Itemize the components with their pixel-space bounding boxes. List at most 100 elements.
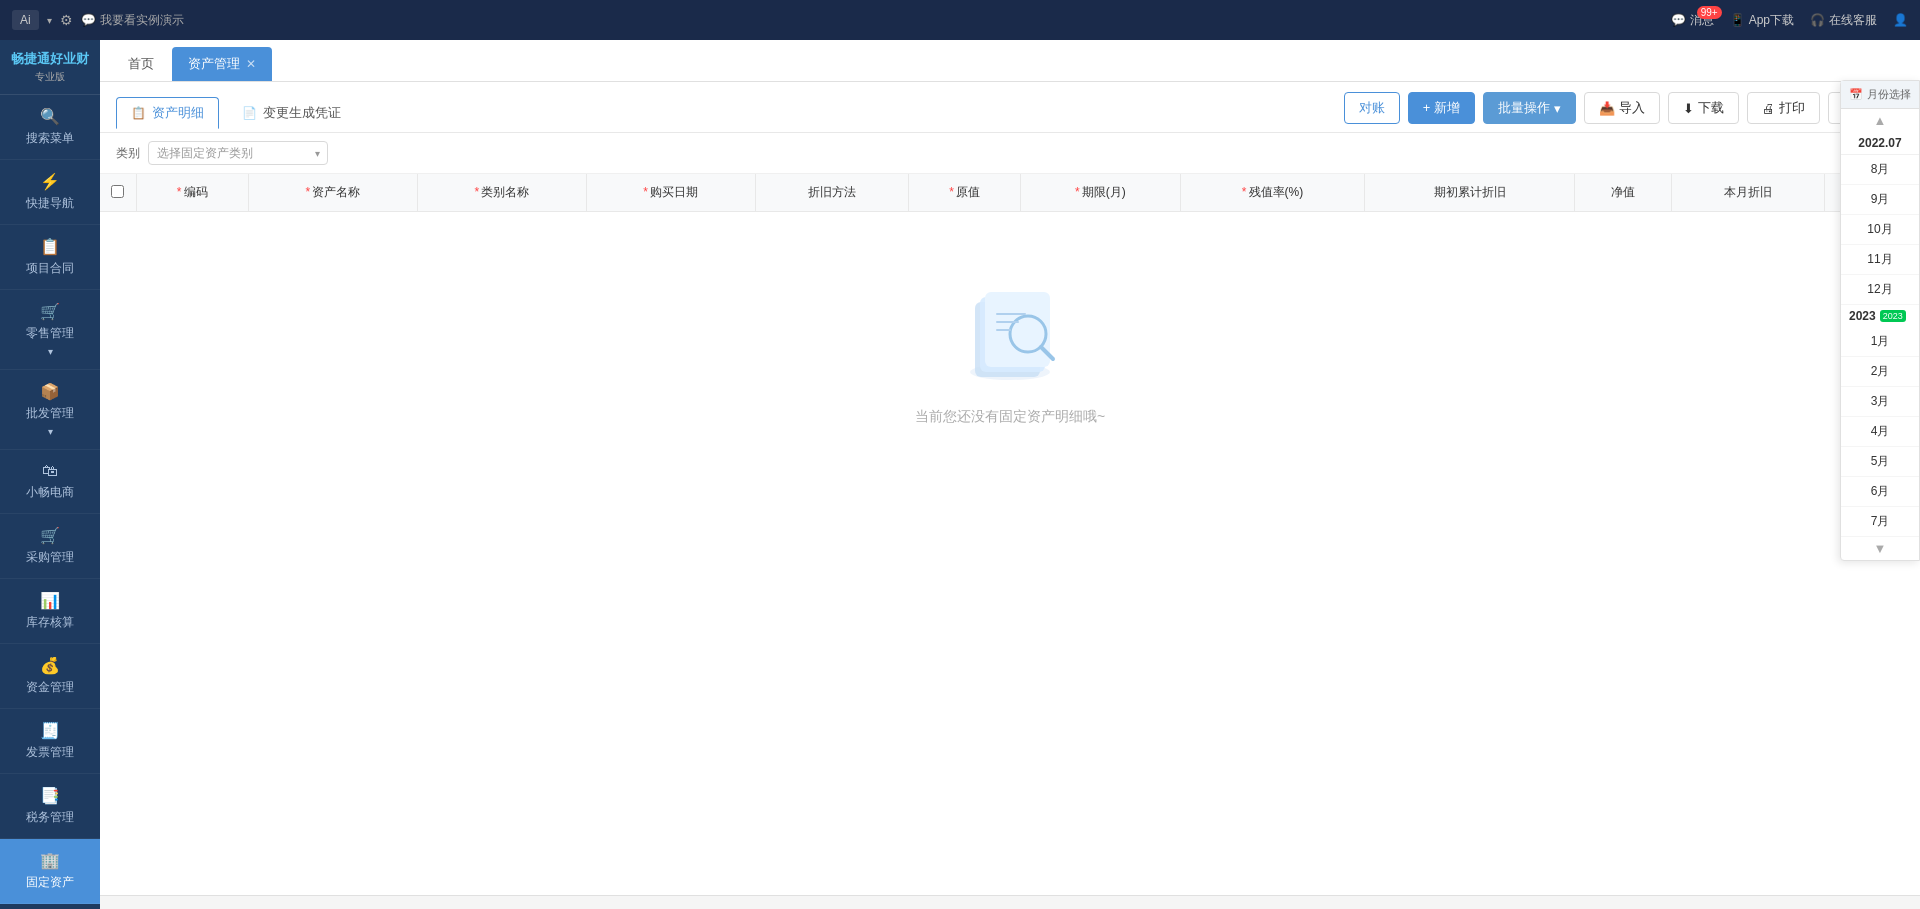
month-panel: 📅 月份选择 ▲ 2022.07 8月 9月 10月 11月 12月 2023 … (1840, 80, 1920, 561)
app-download-label: App下载 (1749, 12, 1794, 29)
sub-tab-detail[interactable]: 📋 资产明细 (116, 97, 219, 129)
voucher-icon: 📄 (242, 106, 257, 120)
month-item-11[interactable]: 11月 (1841, 245, 1919, 275)
year-2023-label: 2023 (1849, 309, 1876, 323)
sidebar-item-wholesale[interactable]: 📦 批发管理 ▾ (0, 370, 100, 450)
inner-panel: 📋 资产明细 📄 变更生成凭证 对账 + 新增 批量操作 ▾ (100, 82, 1920, 909)
headset-icon: 🎧 (1810, 13, 1825, 27)
month-item-12[interactable]: 12月 (1841, 275, 1919, 305)
app-logo: 畅捷通好业财 专业版 (0, 40, 100, 95)
table-header-residual-rate: *残值率(%) (1180, 174, 1365, 212)
download-icon: ⬇ (1683, 101, 1694, 116)
print-button[interactable]: 🖨 打印 (1747, 92, 1820, 124)
scroll-bottom[interactable] (100, 895, 1920, 909)
search-icon: 🔍 (40, 107, 60, 126)
quicknav-icon: ⚡ (40, 172, 60, 191)
table-header-name: *资产名称 (248, 174, 417, 212)
add-button[interactable]: + 新增 (1408, 92, 1475, 124)
logo-title: 畅捷通好业财 (8, 50, 92, 68)
sidebar-item-search[interactable]: 🔍 搜索菜单 (0, 95, 100, 160)
reconcile-button[interactable]: 对账 (1344, 92, 1400, 124)
sidebar-item-project[interactable]: 📋 项目合同 (0, 225, 100, 290)
demo-link[interactable]: 💬 我要看实例演示 (81, 12, 184, 29)
print-label: 打印 (1779, 99, 1805, 117)
sub-tab-voucher[interactable]: 📄 变更生成凭证 (227, 97, 356, 129)
sidebar-item-purchase[interactable]: 🛒 采购管理 (0, 514, 100, 579)
wholesale-arrow-icon: ▾ (48, 426, 53, 437)
month-nav-up-button[interactable]: ▲ (1841, 109, 1919, 132)
top-bar-right: 💬 消息 99+ 📱 App下载 🎧 在线客服 👤 (1671, 12, 1908, 29)
month-item-2023-7[interactable]: 7月 (1841, 507, 1919, 537)
empty-state: 当前您还没有固定资产明细哦~ (100, 212, 1920, 486)
import-button[interactable]: 📥 导入 (1584, 92, 1660, 124)
sidebar-item-ecommerce[interactable]: 🛍 小畅电商 (0, 450, 100, 514)
month-2022-year[interactable]: 2022.07 (1841, 132, 1919, 155)
demo-link-text: 我要看实例演示 (100, 12, 184, 29)
month-item-10[interactable]: 10月 (1841, 215, 1919, 245)
month-item-9[interactable]: 9月 (1841, 185, 1919, 215)
svg-rect-3 (985, 292, 1050, 367)
online-service-button[interactable]: 🎧 在线客服 (1810, 12, 1877, 29)
user-avatar[interactable]: 👤 (1893, 13, 1908, 27)
sidebar: 畅捷通好业财 专业版 🔍 搜索菜单 ⚡ 快捷导航 📋 项目合同 🛒 零售管理 ▾… (0, 40, 100, 909)
retail-icon: 🛒 (40, 302, 60, 321)
category-select[interactable]: 选择固定资产类别 (148, 141, 328, 165)
category-label: 类别 (116, 145, 140, 162)
month-nav-down-button[interactable]: ▼ (1841, 537, 1919, 560)
month-item-2023-5[interactable]: 5月 (1841, 447, 1919, 477)
sidebar-item-assets[interactable]: 🏢 固定资产 (0, 839, 100, 904)
download-button[interactable]: ⬇ 下载 (1668, 92, 1739, 124)
batch-button[interactable]: 批量操作 ▾ (1483, 92, 1576, 124)
detail-icon: 📋 (131, 106, 146, 120)
sidebar-item-label: 零售管理 (26, 325, 74, 342)
month-item-2023-2[interactable]: 2月 (1841, 357, 1919, 387)
month-item-2023-4[interactable]: 4月 (1841, 417, 1919, 447)
project-icon: 📋 (40, 237, 60, 256)
messages-badge: 99+ (1697, 6, 1722, 19)
assets-icon: 🏢 (40, 851, 60, 870)
month-item-8[interactable]: 8月 (1841, 155, 1919, 185)
tab-bar: 首页 资产管理 ✕ (100, 40, 1920, 82)
tab-home[interactable]: 首页 (112, 47, 170, 81)
sidebar-item-label: 固定资产 (26, 874, 74, 891)
month-panel-header: 📅 月份选择 (1841, 81, 1919, 109)
select-all-checkbox[interactable] (111, 185, 124, 198)
messages-button[interactable]: 💬 消息 99+ (1671, 12, 1714, 29)
sub-tab-voucher-label: 变更生成凭证 (263, 104, 341, 122)
batch-arrow-icon: ▾ (1554, 101, 1561, 116)
table-header-checkbox (100, 174, 136, 212)
sidebar-item-quicknav[interactable]: ⚡ 快捷导航 (0, 160, 100, 225)
empty-text: 当前您还没有固定资产明细哦~ (915, 408, 1105, 426)
settings-icon[interactable]: ⚙ (60, 12, 73, 28)
sidebar-item-finance[interactable]: 💰 资金管理 (0, 644, 100, 709)
sidebar-item-invoice[interactable]: 🧾 发票管理 (0, 709, 100, 774)
demo-icon: 💬 (81, 13, 96, 27)
sidebar-item-label: 批发管理 (26, 405, 74, 422)
sidebar-item-tax[interactable]: 📑 税务管理 (0, 774, 100, 839)
tab-assets-close-icon[interactable]: ✕ (246, 57, 256, 71)
import-label: 导入 (1619, 99, 1645, 117)
sidebar-item-label: 小畅电商 (26, 484, 74, 501)
table-header-current-depreciation: 本月折旧 (1671, 174, 1824, 212)
month-item-2023-3[interactable]: 3月 (1841, 387, 1919, 417)
month-item-2023-1[interactable]: 1月 (1841, 327, 1919, 357)
app-download-button[interactable]: 📱 App下载 (1730, 12, 1794, 29)
empty-illustration (950, 272, 1070, 392)
retail-arrow-icon: ▾ (48, 346, 53, 357)
sidebar-item-label: 发票管理 (26, 744, 74, 761)
sidebar-item-inventory[interactable]: 📊 库存核算 (0, 579, 100, 644)
main-layout: 畅捷通好业财 专业版 🔍 搜索菜单 ⚡ 快捷导航 📋 项目合同 🛒 零售管理 ▾… (0, 40, 1920, 909)
ecommerce-icon: 🛍 (42, 462, 58, 480)
tab-assets-label: 资产管理 (188, 55, 240, 73)
company-dropdown-icon[interactable]: ▾ (47, 15, 52, 26)
page-wrapper: 📋 资产明细 📄 变更生成凭证 对账 + 新增 批量操作 ▾ (100, 82, 1920, 909)
sidebar-item-payroll[interactable]: 💵 工资 (0, 904, 100, 909)
month-item-2023-6[interactable]: 6月 (1841, 477, 1919, 507)
sidebar-item-retail[interactable]: 🛒 零售管理 ▾ (0, 290, 100, 370)
sub-tab-bar: 📋 资产明细 📄 变更生成凭证 对账 + 新增 批量操作 ▾ (100, 82, 1920, 133)
tab-assets[interactable]: 资产管理 ✕ (172, 47, 272, 81)
month-2023-year-row: 2023 2023 (1841, 305, 1919, 327)
company-name[interactable]: Ai (12, 10, 39, 30)
purchase-icon: 🛒 (40, 526, 60, 545)
top-bar: Ai ▾ ⚙ 💬 我要看实例演示 💬 消息 99+ 📱 App下载 🎧 在线客服… (0, 0, 1920, 40)
